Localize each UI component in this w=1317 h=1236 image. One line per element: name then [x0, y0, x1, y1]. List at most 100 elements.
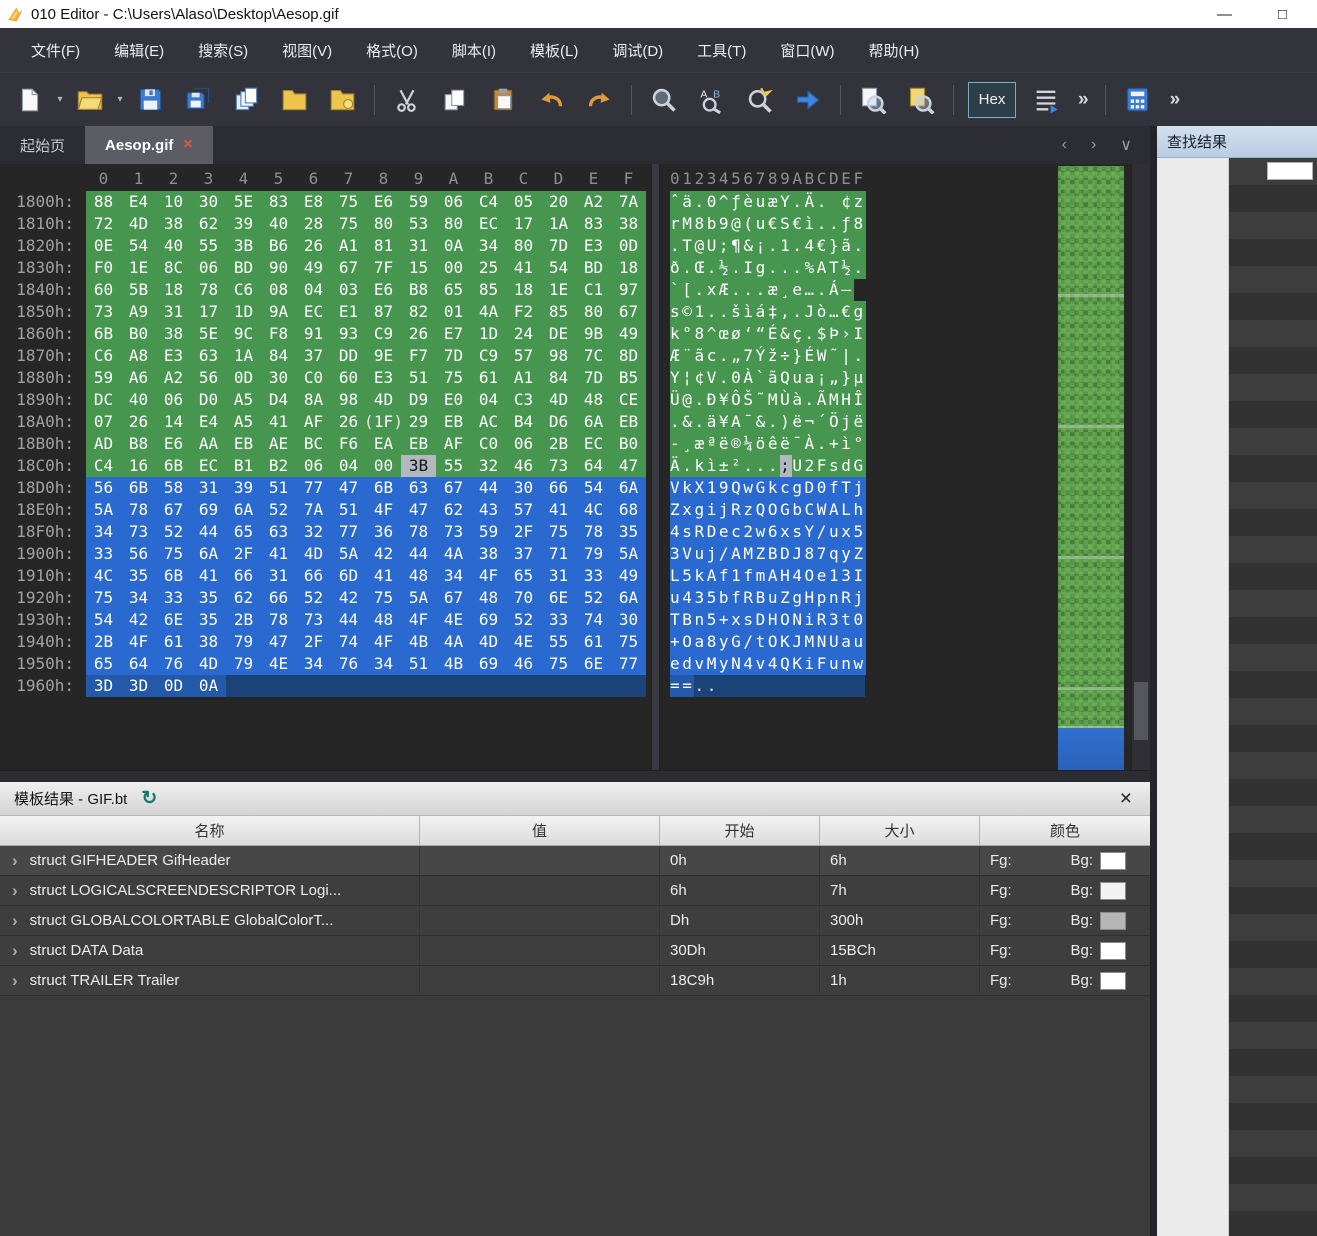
- minimize-button[interactable]: —: [1217, 7, 1232, 22]
- hex-byte-grid[interactable]: 0E 54 40 55 3B B6 26 A1 81 31 0A 34 80 7D E3 0D: [86, 235, 646, 257]
- hex-byte[interactable]: BC: [296, 433, 331, 455]
- hex-byte[interactable]: B4: [506, 411, 541, 433]
- hex-byte[interactable]: 7A: [611, 191, 646, 213]
- hex-byte[interactable]: B2: [261, 455, 296, 477]
- tab-scroll-left-icon[interactable]: ‹: [1062, 136, 1067, 154]
- hex-byte[interactable]: 51: [401, 367, 436, 389]
- hex-byte[interactable]: 5A: [401, 587, 436, 609]
- hex-byte[interactable]: 54: [541, 257, 576, 279]
- hex-byte[interactable]: 61: [471, 367, 506, 389]
- hex-byte[interactable]: 41: [191, 565, 226, 587]
- hex-byte[interactable]: 83: [576, 213, 611, 235]
- hex-byte[interactable]: 79: [226, 631, 261, 653]
- hex-byte[interactable]: 0D: [226, 367, 261, 389]
- hex-byte[interactable]: 06: [436, 191, 471, 213]
- hex-byte[interactable]: 06: [191, 257, 226, 279]
- hex-byte[interactable]: 63: [191, 345, 226, 367]
- hex-byte[interactable]: 73: [86, 301, 121, 323]
- hex-byte[interactable]: B8: [121, 433, 156, 455]
- hex-byte[interactable]: 26: [331, 411, 366, 433]
- hex-byte[interactable]: D4: [261, 389, 296, 411]
- hex-ascii[interactable]: Ä.kì±²...;U2FsdG: [670, 455, 866, 477]
- menu-item[interactable]: 脚本(I): [435, 28, 513, 72]
- hex-byte[interactable]: 4E: [506, 631, 541, 653]
- hex-byte[interactable]: 9A: [261, 301, 296, 323]
- hex-byte[interactable]: CE: [611, 389, 646, 411]
- hex-byte[interactable]: EB: [436, 411, 471, 433]
- hex-byte[interactable]: 0A: [436, 235, 471, 257]
- tab-aesop-gif[interactable]: Aesop.gif ×: [85, 126, 213, 164]
- hex-byte[interactable]: 8D: [611, 345, 646, 367]
- hex-byte[interactable]: 1E: [541, 279, 576, 301]
- hex-byte[interactable]: 75: [86, 587, 121, 609]
- hex-byte[interactable]: 6A: [576, 411, 611, 433]
- hex-byte[interactable]: EB: [226, 433, 261, 455]
- hex-byte[interactable]: AA: [191, 433, 226, 455]
- folder-button[interactable]: [274, 80, 314, 120]
- hex-byte-grid[interactable]: 73 A9 31 17 1D 9A EC E1 87 82 01 4A F2 85 80 67: [86, 301, 646, 323]
- hex-byte-grid[interactable]: C6 A8 E3 63 1A 84 37 DD 9E F7 7D C9 57 98 7C 8D: [86, 345, 646, 367]
- hex-byte[interactable]: 87: [366, 301, 401, 323]
- hex-byte[interactable]: 04: [331, 455, 366, 477]
- folder-favorites-button[interactable]: [322, 80, 362, 120]
- hex-byte[interactable]: 47: [401, 499, 436, 521]
- hex-ascii-splitter[interactable]: [651, 164, 660, 770]
- hex-byte[interactable]: C6: [226, 279, 261, 301]
- hex-byte[interactable]: 41: [366, 565, 401, 587]
- hex-byte[interactable]: 34: [296, 653, 331, 675]
- hex-byte[interactable]: 47: [331, 477, 366, 499]
- expand-chevron-icon[interactable]: ›: [12, 971, 18, 991]
- hex-byte[interactable]: A5: [226, 411, 261, 433]
- hex-byte[interactable]: 67: [436, 477, 471, 499]
- calculator-button[interactable]: [1118, 80, 1158, 120]
- hex-byte[interactable]: 65: [226, 521, 261, 543]
- hex-byte[interactable]: 62: [191, 213, 226, 235]
- hex-byte[interactable]: 88: [86, 191, 121, 213]
- hex-byte[interactable]: 0E: [86, 235, 121, 257]
- hex-ascii[interactable]: Æ¨ãc.„7Ýž÷}ÉW˜|.: [670, 345, 866, 367]
- hex-byte[interactable]: 31: [191, 477, 226, 499]
- hex-byte[interactable]: 74: [576, 609, 611, 631]
- hex-byte[interactable]: 06: [156, 389, 191, 411]
- hex-byte[interactable]: 8C: [156, 257, 191, 279]
- hex-byte[interactable]: D0: [191, 389, 226, 411]
- hex-byte[interactable]: 3D: [121, 675, 156, 697]
- replace-in-files-button[interactable]: [901, 80, 941, 120]
- hex-byte[interactable]: 98: [541, 345, 576, 367]
- expand-chevron-icon[interactable]: ›: [12, 911, 18, 931]
- hex-byte[interactable]: 3D: [86, 675, 121, 697]
- hex-byte-grid[interactable]: DC 40 06 D0 A5 D4 8A 98 4D D9 E0 04 C3 4D 48 CE: [86, 389, 646, 411]
- hex-byte[interactable]: 6D: [331, 565, 366, 587]
- hex-byte[interactable]: 48: [366, 609, 401, 631]
- hex-byte[interactable]: C4: [86, 455, 121, 477]
- hex-byte[interactable]: DE: [541, 323, 576, 345]
- hex-byte[interactable]: 34: [366, 653, 401, 675]
- hex-byte[interactable]: 75: [541, 653, 576, 675]
- hex-byte[interactable]: AD: [86, 433, 121, 455]
- hex-byte-grid[interactable]: AD B8 E6 AA EB AE BC F6 EA EB AF C0 06 2B EC B0: [86, 433, 646, 455]
- hex-byte[interactable]: 5A: [86, 499, 121, 521]
- hex-byte-grid[interactable]: 88 E4 10 30 5E 83 E8 75 E6 59 06 C4 05 20 A2 7A: [86, 191, 646, 213]
- hex-byte[interactable]: 0A: [191, 675, 226, 697]
- hex-byte[interactable]: 66: [541, 477, 576, 499]
- hex-byte-grid[interactable]: C4 16 6B EC B1 B2 06 04 00 3B 55 32 46 73 64 47: [86, 455, 646, 477]
- hex-byte[interactable]: E4: [191, 411, 226, 433]
- hex-byte[interactable]: 9B: [576, 323, 611, 345]
- hex-byte[interactable]: AF: [296, 411, 331, 433]
- hex-byte[interactable]: 51: [331, 499, 366, 521]
- hex-byte[interactable]: C6: [86, 345, 121, 367]
- hex-ascii[interactable]: ==..: [670, 675, 866, 697]
- hex-byte[interactable]: 44: [191, 521, 226, 543]
- hex-byte[interactable]: E7: [436, 323, 471, 345]
- hex-byte[interactable]: 65: [506, 565, 541, 587]
- hex-byte[interactable]: 29: [401, 411, 436, 433]
- hex-byte[interactable]: 7C: [576, 345, 611, 367]
- hex-byte[interactable]: 4A: [471, 301, 506, 323]
- hex-byte[interactable]: C4: [471, 191, 506, 213]
- inspector-button[interactable]: [1026, 80, 1066, 120]
- hex-byte[interactable]: 18: [506, 279, 541, 301]
- hex-byte[interactable]: 36: [366, 521, 401, 543]
- tab-close-icon[interactable]: ×: [183, 136, 192, 154]
- hex-byte[interactable]: 30: [506, 477, 541, 499]
- hex-byte[interactable]: E6: [366, 191, 401, 213]
